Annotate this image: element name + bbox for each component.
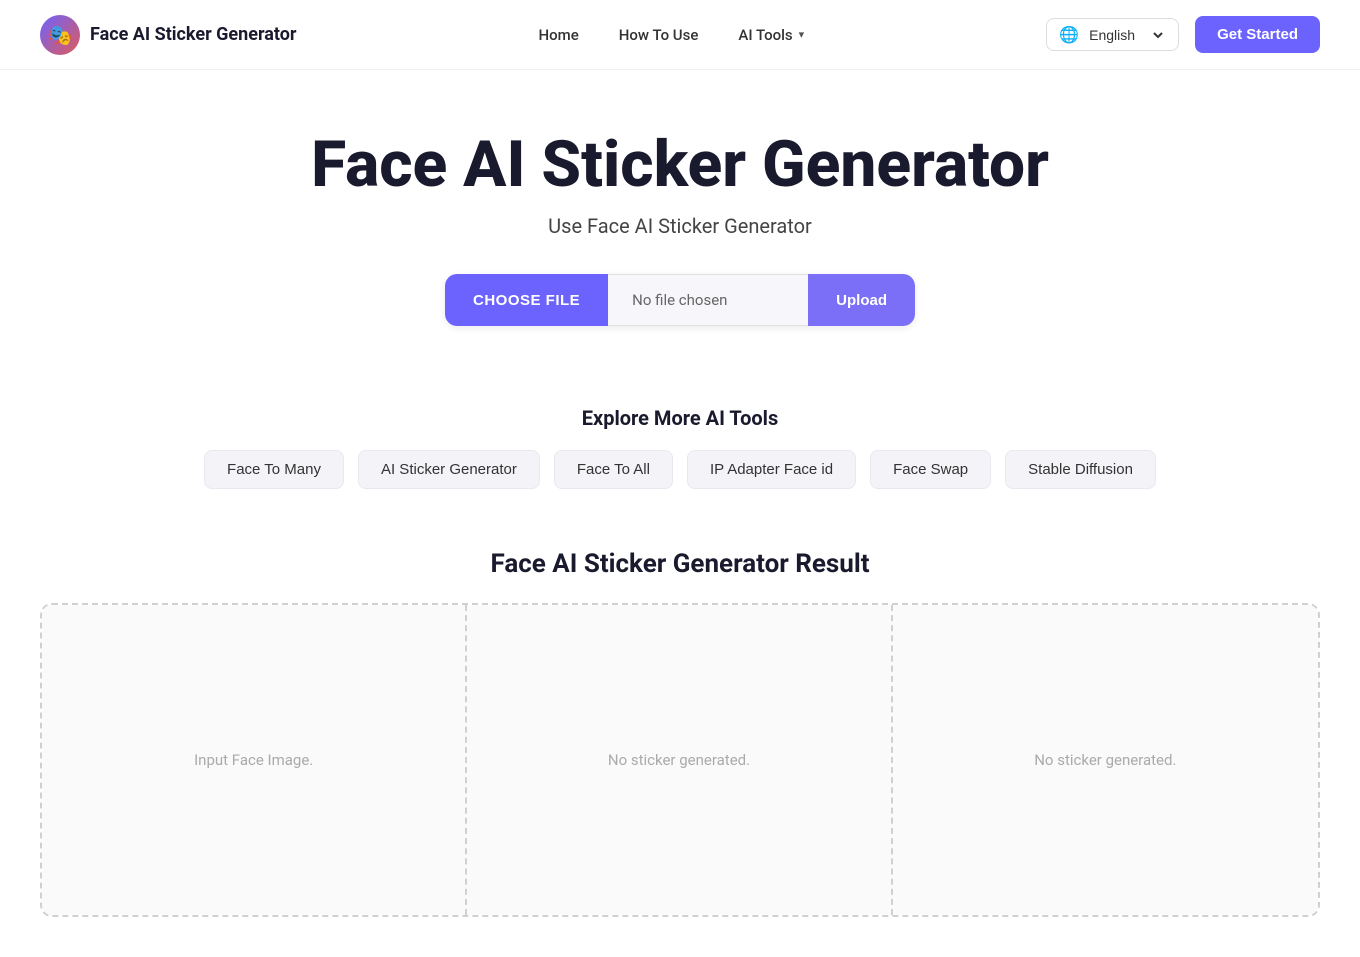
result-title: Face AI Sticker Generator Result xyxy=(40,549,1320,579)
upload-button[interactable]: Upload xyxy=(808,274,915,326)
tools-list: Face To Many AI Sticker Generator Face T… xyxy=(20,450,1340,489)
globe-icon: 🌐 xyxy=(1059,25,1079,44)
upload-section: CHOOSE FILE No file chosen Upload xyxy=(20,274,1340,326)
result-grid: Input Face Image. No sticker generated. … xyxy=(40,603,1320,917)
tool-face-swap[interactable]: Face Swap xyxy=(870,450,991,489)
language-select[interactable]: English Spanish French German Chinese Ja… xyxy=(1085,26,1166,44)
logo-icon: 🎭 xyxy=(40,15,80,55)
nav-links: Home How To Use AI Tools ▾ xyxy=(539,26,805,44)
result-section: Face AI Sticker Generator Result Input F… xyxy=(0,529,1360,957)
hero-title: Face AI Sticker Generator xyxy=(20,130,1340,200)
result-output-label-1: No sticker generated. xyxy=(608,751,750,769)
result-output-label-2: No sticker generated. xyxy=(1034,751,1176,769)
result-input-cell: Input Face Image. xyxy=(42,605,467,915)
language-selector[interactable]: 🌐 English Spanish French German Chinese … xyxy=(1046,18,1179,51)
tool-ip-adapter[interactable]: IP Adapter Face id xyxy=(687,450,856,489)
result-output-cell-1: No sticker generated. xyxy=(467,605,892,915)
tool-stable-diffusion[interactable]: Stable Diffusion xyxy=(1005,450,1156,489)
choose-file-button[interactable]: CHOOSE FILE xyxy=(445,274,608,326)
navbar: 🎭 Face AI Sticker Generator Home How To … xyxy=(0,0,1360,70)
result-output-cell-2: No sticker generated. xyxy=(893,605,1318,915)
chevron-down-icon: ▾ xyxy=(799,28,805,41)
how-to-use-link[interactable]: How To Use xyxy=(619,26,699,44)
ai-tools-label: AI Tools xyxy=(738,26,792,44)
hero-section: Face AI Sticker Generator Use Face AI St… xyxy=(0,70,1360,406)
explore-title: Explore More AI Tools xyxy=(20,406,1340,430)
tool-face-to-many[interactable]: Face To Many xyxy=(204,450,344,489)
ai-tools-dropdown[interactable]: AI Tools ▾ xyxy=(738,26,804,44)
file-name-display: No file chosen xyxy=(608,274,808,326)
tool-ai-sticker[interactable]: AI Sticker Generator xyxy=(358,450,540,489)
home-link[interactable]: Home xyxy=(539,26,579,44)
tool-face-to-all[interactable]: Face To All xyxy=(554,450,673,489)
brand-section: 🎭 Face AI Sticker Generator xyxy=(40,15,297,55)
brand-name: Face AI Sticker Generator xyxy=(90,24,297,45)
hero-subtitle: Use Face AI Sticker Generator xyxy=(20,214,1340,238)
get-started-button[interactable]: Get Started xyxy=(1195,16,1320,53)
navbar-right: 🌐 English Spanish French German Chinese … xyxy=(1046,16,1320,53)
upload-container: CHOOSE FILE No file chosen Upload xyxy=(445,274,915,326)
explore-section: Explore More AI Tools Face To Many AI St… xyxy=(0,406,1360,529)
result-input-label: Input Face Image. xyxy=(194,751,313,769)
